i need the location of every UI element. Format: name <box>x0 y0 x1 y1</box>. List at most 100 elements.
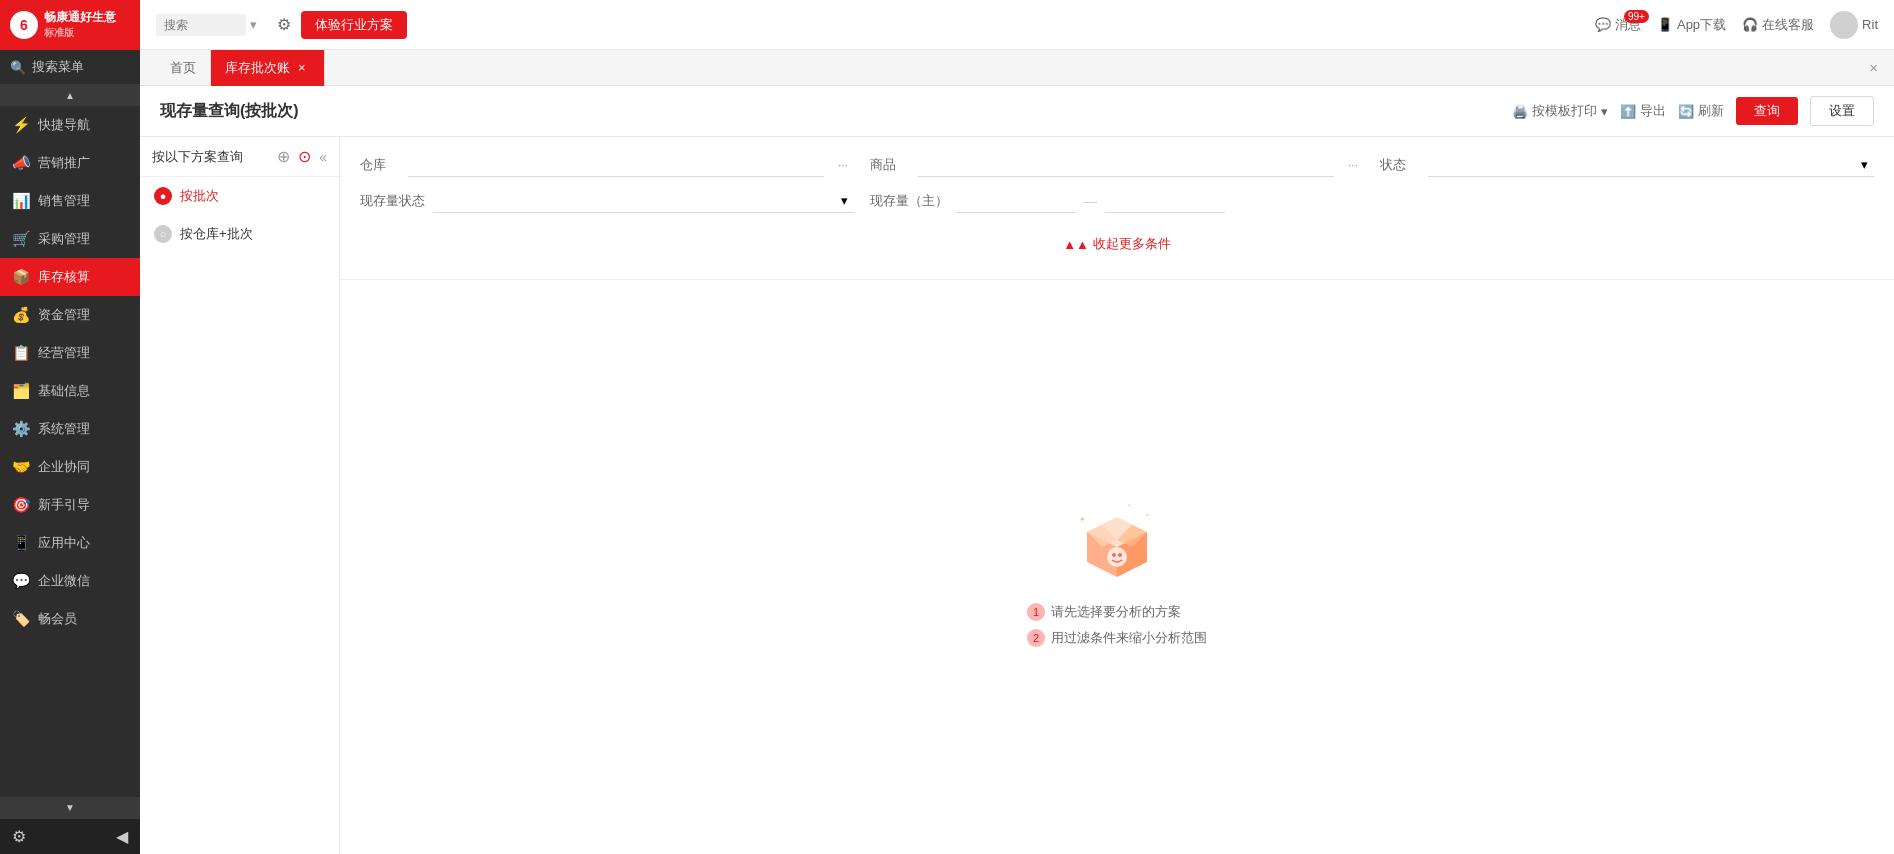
sidebar-item-label: 库存核算 <box>38 268 90 286</box>
add-scheme-btn[interactable]: ⊕ <box>277 147 290 166</box>
collapse-icon[interactable]: ◀ <box>116 827 128 846</box>
sidebar-item-marketing[interactable]: 📣 营销推广 <box>0 144 140 182</box>
member-icon: 🏷️ <box>12 610 30 628</box>
sidebar-item-purchase[interactable]: 🛒 采购管理 <box>0 220 140 258</box>
sidebar-item-sales[interactable]: 📊 销售管理 <box>0 182 140 220</box>
messages-btn[interactable]: 💬 消息 99+ <box>1595 16 1641 34</box>
scheme-settings-icon[interactable]: ⊙ <box>298 147 311 166</box>
scheme-icon-red: ● <box>154 187 172 205</box>
product-more-btn[interactable]: ··· <box>1342 156 1364 174</box>
stock-qty-label: 现存量（主） <box>870 192 948 210</box>
export-icon: ⬆️ <box>1620 104 1636 119</box>
tab-close-right-btn[interactable]: × <box>1869 59 1878 76</box>
sidebar-item-inventory[interactable]: 📦 库存核算 <box>0 258 140 296</box>
refresh-label: 刷新 <box>1698 102 1724 120</box>
stock-status-select[interactable]: ▾ <box>433 189 854 213</box>
tab-home[interactable]: 首页 <box>156 50 211 86</box>
collapse-panel-btn[interactable]: « <box>319 149 327 165</box>
sidebar-item-label: 采购管理 <box>38 230 90 248</box>
messages-badge: 99+ <box>1624 10 1649 23</box>
warehouse-more-btn[interactable]: ··· <box>832 156 854 174</box>
sidebar-item-wechat[interactable]: 💬 企业微信 <box>0 562 140 600</box>
sidebar-item-quicknav[interactable]: ⚡ 快捷导航 <box>0 106 140 144</box>
page-actions: 🖨️ 按模板打印 ▾ ⬆️ 导出 🔄 刷新 查询 设置 <box>1512 96 1874 126</box>
sidebar-item-enterprise[interactable]: 🤝 企业协同 <box>0 448 140 486</box>
topbar: ▾ ⚙ 体验行业方案 💬 消息 99+ 📱 App下载 🎧 在线客服 Rit <box>140 0 1894 50</box>
warehouse-input[interactable] <box>408 153 824 177</box>
scheme-item-warehouse-batch[interactable]: ○ 按仓库+批次 <box>140 215 339 253</box>
filter-warehouse: 仓库 ··· <box>360 153 854 177</box>
stock-qty-min-input[interactable] <box>956 189 1076 213</box>
sidebar-item-operations[interactable]: 📋 经营管理 <box>0 334 140 372</box>
headset-icon: 🎧 <box>1742 17 1758 32</box>
inventory-icon: 📦 <box>12 268 30 286</box>
enterprise-icon: 🤝 <box>12 458 30 476</box>
tab-close-btn[interactable]: × <box>294 60 310 75</box>
purchase-icon: 🛒 <box>12 230 30 248</box>
export-btn[interactable]: ⬆️ 导出 <box>1620 102 1666 120</box>
content-area: 按以下方案查询 ⊕ ⊙ « ● 按批次 ○ 按仓库+批次 <box>140 137 1894 854</box>
sidebar-item-label: 应用中心 <box>38 534 90 552</box>
refresh-btn[interactable]: 🔄 刷新 <box>1678 102 1724 120</box>
sidebar-item-appstore[interactable]: 📱 应用中心 <box>0 524 140 562</box>
app-download-label: App下载 <box>1677 16 1726 34</box>
topbar-search-input[interactable] <box>156 14 246 36</box>
filter-area: 仓库 ··· 商品 ··· 状态 ▾ <box>340 137 1894 280</box>
topbar-dropdown-icon[interactable]: ▾ <box>250 17 257 32</box>
tab-inventory-batch[interactable]: 库存批次账 × <box>211 50 325 86</box>
marketing-icon: 📣 <box>12 154 30 172</box>
empty-state-illustration: ✦ ✦ ✦ <box>1067 487 1167 587</box>
online-service-btn[interactable]: 🎧 在线客服 <box>1742 16 1814 34</box>
svg-text:✦: ✦ <box>1127 502 1131 508</box>
sidebar-item-system[interactable]: ⚙️ 系统管理 <box>0 410 140 448</box>
settings-btn[interactable]: 设置 <box>1810 96 1874 126</box>
sidebar-scroll-down[interactable]: ▼ <box>0 797 140 818</box>
online-service-label: 在线客服 <box>1762 16 1814 34</box>
sidebar-header: 6 畅康通好生意 标准版 <box>0 0 140 50</box>
status-select[interactable]: ▾ <box>1428 153 1874 177</box>
tab-active-label: 库存批次账 <box>225 59 290 77</box>
scheme-label-batch: 按批次 <box>180 187 219 205</box>
user-avatar[interactable]: Rit <box>1830 11 1878 39</box>
scheme-item-batch[interactable]: ● 按批次 <box>140 177 339 215</box>
collapse-icon: ▲▲ <box>1063 237 1089 252</box>
sidebar-item-finance[interactable]: 💰 资金管理 <box>0 296 140 334</box>
warehouse-label: 仓库 <box>360 156 400 174</box>
collapse-label: 收起更多条件 <box>1093 235 1171 253</box>
sidebar-item-member[interactable]: 🏷️ 畅会员 <box>0 600 140 638</box>
page-header: 现存量查询(按批次) 🖨️ 按模板打印 ▾ ⬆️ 导出 🔄 刷新 查询 设置 <box>140 86 1894 137</box>
status-label: 状态 <box>1380 156 1420 174</box>
stock-qty-max-input[interactable] <box>1105 189 1225 213</box>
sidebar-scroll-up[interactable]: ▲ <box>0 85 140 106</box>
sidebar-logo: 6 <box>10 11 38 39</box>
sidebar-item-label: 企业微信 <box>38 572 90 590</box>
app-download-btn[interactable]: 📱 App下载 <box>1657 16 1726 34</box>
sidebar-search[interactable]: 🔍 搜索菜单 <box>0 50 140 85</box>
filter-product: 商品 ··· <box>870 153 1364 177</box>
print-label: 按模板打印 <box>1532 102 1597 120</box>
filter-row-1: 仓库 ··· 商品 ··· 状态 ▾ <box>360 153 1874 177</box>
sidebar-item-newuser[interactable]: 🎯 新手引导 <box>0 486 140 524</box>
avatar-img <box>1830 11 1858 39</box>
left-panel: 按以下方案查询 ⊕ ⊙ « ● 按批次 ○ 按仓库+批次 <box>140 137 340 854</box>
sidebar-item-label: 基础信息 <box>38 382 90 400</box>
collapse-more-btn[interactable]: ▲▲ 收起更多条件 <box>360 225 1874 263</box>
stock-status-label: 现存量状态 <box>360 192 425 210</box>
industry-btn[interactable]: 体验行业方案 <box>301 11 407 39</box>
left-panel-title: 按以下方案查询 <box>152 148 243 166</box>
system-icon: ⚙️ <box>12 420 30 438</box>
print-btn[interactable]: 🖨️ 按模板打印 ▾ <box>1512 102 1608 120</box>
empty-tip-2: 2 用过滤条件来缩小分析范围 <box>1027 629 1207 647</box>
filter-row-2: 现存量状态 ▾ 现存量（主） — <box>360 189 1874 213</box>
quicknav-icon: ⚡ <box>12 116 30 134</box>
newuser-icon: 🎯 <box>12 496 30 514</box>
right-panel: 仓库 ··· 商品 ··· 状态 ▾ <box>340 137 1894 854</box>
sidebar-item-basic[interactable]: 🗂️ 基础信息 <box>0 372 140 410</box>
settings-icon[interactable]: ⚙ <box>12 827 26 846</box>
product-input[interactable] <box>918 153 1334 177</box>
query-btn[interactable]: 查询 <box>1736 97 1798 125</box>
sales-icon: 📊 <box>12 192 30 210</box>
stock-qty-separator: — <box>1084 194 1097 209</box>
topbar-settings-icon[interactable]: ⚙ <box>277 15 291 34</box>
tip-2-text: 用过滤条件来缩小分析范围 <box>1051 629 1207 647</box>
